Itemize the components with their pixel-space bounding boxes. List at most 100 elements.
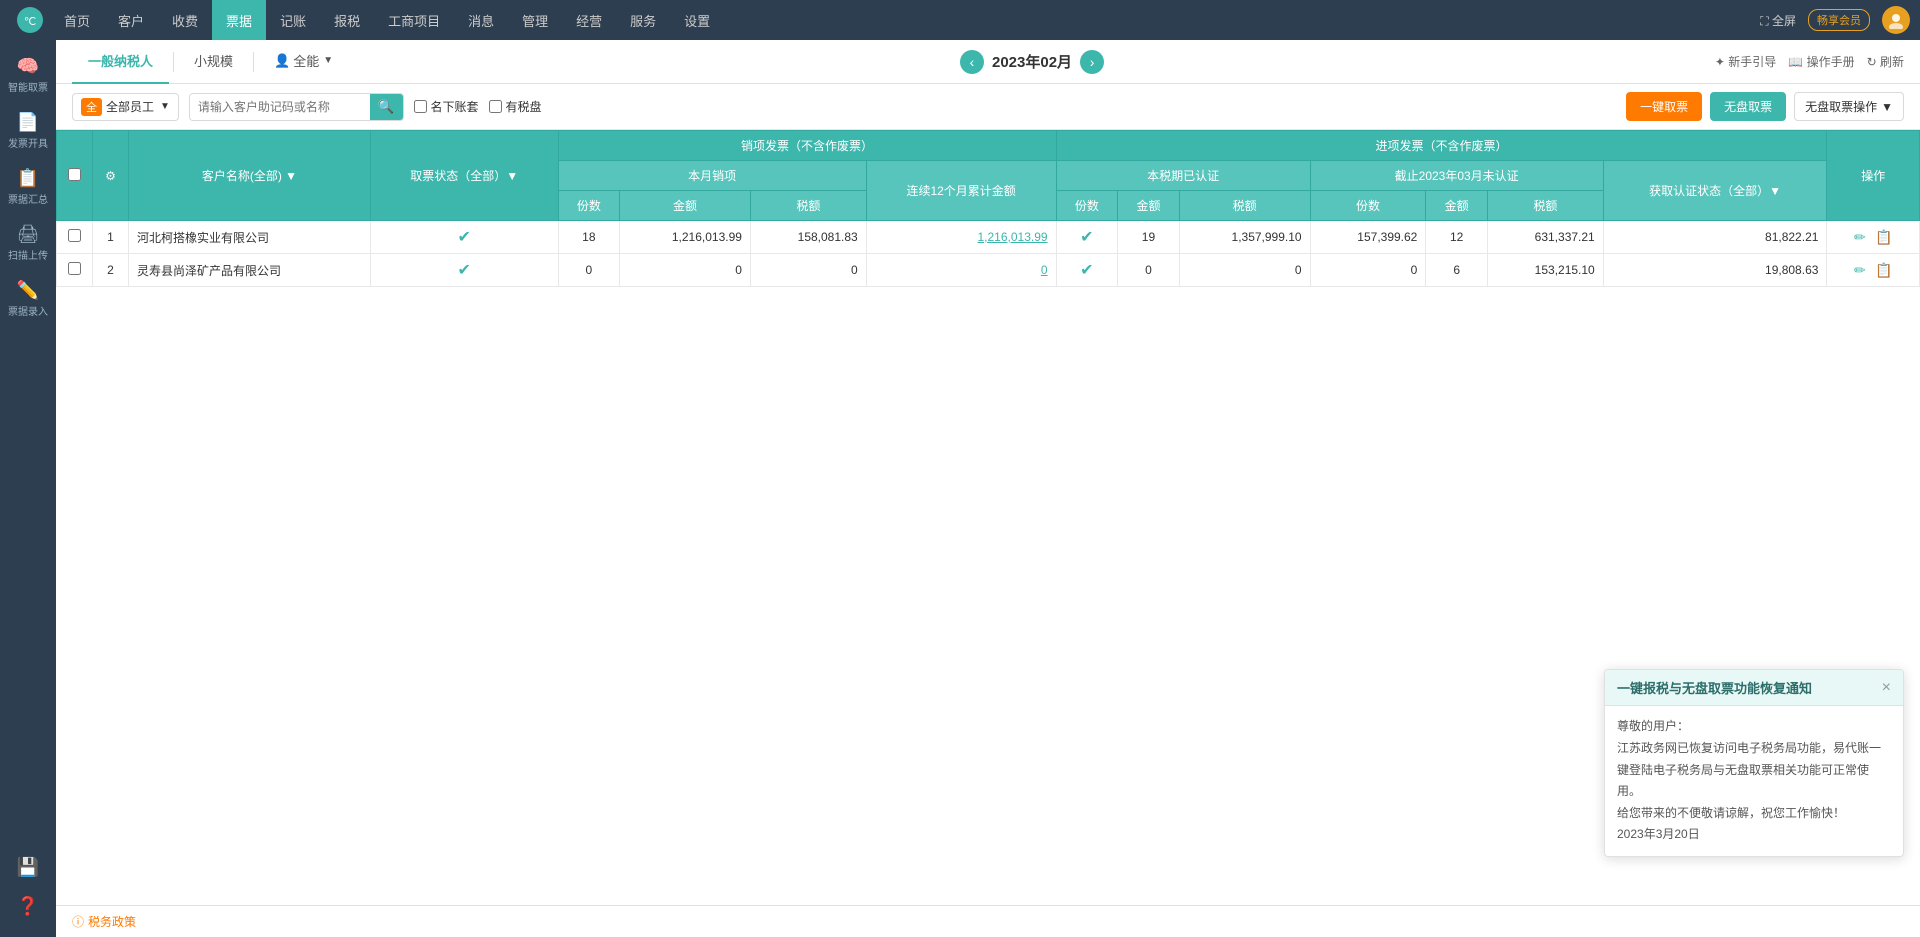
edit-icon-0[interactable]: ✏ <box>1851 229 1869 245</box>
th-purchase-amount: 金额 <box>1118 191 1180 221</box>
filter-bar-right: 一键取票 无盘取票 无盘取票操作 ▼ <box>1626 92 1904 121</box>
th-fetch-status: 取票状态（全部）▼ <box>370 131 558 221</box>
manual-link[interactable]: 📖 操作手册 <box>1788 53 1854 70</box>
row-uncert-amount-0: 631,337.21 <box>1487 221 1603 254</box>
nav-item-invoice[interactable]: 票据 <box>212 0 266 40</box>
sidebar-item-issue-invoice[interactable]: 📄发票开具 <box>2 104 54 158</box>
copy-icon-1[interactable]: 📋 <box>1872 262 1895 278</box>
filter-bar: 全 全部员工 ▼ 🔍 名下账套 有税盘 一键取票 无盘取票 无盘取票操作 <box>56 84 1920 130</box>
avatar[interactable] <box>1882 6 1910 34</box>
th-settings: ⚙ <box>93 131 129 221</box>
sub-account-checkbox[interactable] <box>414 100 427 113</box>
sidebar-item-invoice-summary[interactable]: 📋票据汇总 <box>2 160 54 214</box>
th-purchase-count: 份数 <box>1056 191 1118 221</box>
select-all-checkbox[interactable] <box>68 168 81 181</box>
row-checkbox-0[interactable] <box>68 229 81 242</box>
row-purchase-tax-0: 157,399.62 <box>1310 221 1426 254</box>
row-purchase-tax-1: 0 <box>1310 254 1426 287</box>
edit-icon-1[interactable]: ✏ <box>1851 262 1869 278</box>
sidebar-label-invoice-entry: 票据录入 <box>8 303 48 318</box>
sidebar-label-scan-upload: 扫描上传 <box>8 247 48 262</box>
th-customer: 客户名称(全部) ▼ <box>129 131 371 221</box>
table-row: 2 灵寿县尚泽矿产品有限公司 ✔ 0 0 0 0 ✔ 0 0 0 6 153,2… <box>57 254 1920 287</box>
nav-item-business[interactable]: 工商项目 <box>374 0 454 40</box>
sub-account-checkbox-label[interactable]: 名下账套 <box>414 98 479 115</box>
new-guide-link[interactable]: ✦ 新手引导 <box>1715 53 1776 70</box>
row-checkbox-1[interactable] <box>68 262 81 275</box>
sidebar-icon-invoice-summary: 📋 <box>17 168 39 189</box>
nav-item-settings[interactable]: 设置 <box>670 0 724 40</box>
sidebar-item-smart-fetch[interactable]: 🧠智能取票 <box>2 48 54 102</box>
sidebar: 🧠智能取票📄发票开具📋票据汇总🖨扫描上传 ✏️ 票据录入 💾 ❓ <box>0 40 56 937</box>
row-sales-cumulative-1: 0 <box>866 254 1056 287</box>
th-cumulative: 连续12个月累计金额 <box>866 161 1056 221</box>
sidebar-label-smart-fetch: 智能取票 <box>8 79 48 94</box>
table-row: 1 河北柯搭橡实业有限公司 ✔ 18 1,216,013.99 158,081.… <box>57 221 1920 254</box>
has-tax-checkbox-label[interactable]: 有税盘 <box>489 98 542 115</box>
nav-right: ⛶ 全屏 畅享会员 <box>1760 6 1910 34</box>
no-disk-fetch-button[interactable]: 无盘取票 <box>1710 92 1786 121</box>
row-check-1[interactable] <box>57 254 93 287</box>
tab-general[interactable]: 一般纳税人 <box>72 40 169 84</box>
no-disk-ops-button[interactable]: 无盘取票操作 ▼ <box>1794 92 1904 121</box>
tab-divider-2 <box>253 52 254 72</box>
cumulative-link-0[interactable]: 1,216,013.99 <box>977 230 1047 244</box>
tab-all-icon: 👤 <box>274 53 290 69</box>
invoice-table: ⚙ 客户名称(全部) ▼ 取票状态（全部）▼ 销项发票（不含作废票） 进项发票（… <box>56 130 1920 287</box>
tab-small-label: 小规模 <box>194 51 233 70</box>
row-sales-amount-0: 1,216,013.99 <box>620 221 751 254</box>
row-sales-amount-1: 0 <box>620 254 751 287</box>
row-sales-cumulative-0: 1,216,013.99 <box>866 221 1056 254</box>
th-unconfirmed-purchase: 截止2023年03月未认证 <box>1310 161 1603 191</box>
row-actions-0: ✏ 📋 <box>1827 221 1920 254</box>
dropdown-icon: ▼ <box>1881 100 1893 114</box>
prev-month-button[interactable]: ‹ <box>960 50 984 74</box>
one-click-fetch-button[interactable]: 一键取票 <box>1626 92 1702 121</box>
nav-item-operation[interactable]: 经营 <box>562 0 616 40</box>
tab-general-label: 一般纳税人 <box>88 51 153 70</box>
nav-item-accounting[interactable]: 记账 <box>266 0 320 40</box>
row-actions-1: ✏ 📋 <box>1827 254 1920 287</box>
top-nav: ℃ 首页客户收费票据记账报税工商项目消息管理经营服务设置 ⛶ 全屏 畅享会员 <box>0 0 1920 40</box>
nav-item-customer[interactable]: 客户 <box>104 0 158 40</box>
th-purchase-tax: 税额 <box>1179 191 1310 221</box>
sidebar-icon-settings-bottom: 💾 <box>17 857 39 878</box>
nav-item-home[interactable]: 首页 <box>50 0 104 40</box>
row-check-0[interactable] <box>57 221 93 254</box>
th-sales-count: 份数 <box>558 191 620 221</box>
sidebar-item-settings-bottom[interactable]: 💾 <box>2 849 54 888</box>
sidebar-item-invoice-entry[interactable]: ✏️ 票据录入 <box>2 272 54 326</box>
th-uncert-count: 份数 <box>1310 191 1426 221</box>
tab-small[interactable]: 小规模 <box>178 40 249 84</box>
nav-item-tax[interactable]: 报税 <box>320 0 374 40</box>
employee-dropdown-icon: ▼ <box>160 101 170 112</box>
tax-policy-icon: ⓘ <box>72 913 84 930</box>
fullscreen-button[interactable]: ⛶ 全屏 <box>1760 12 1796 29</box>
search-button[interactable]: 🔍 <box>370 94 403 120</box>
nav-item-manage[interactable]: 管理 <box>508 0 562 40</box>
row-customer-0: 河北柯搭橡实业有限公司 <box>129 221 371 254</box>
tab-all[interactable]: 👤 全能 ▼ <box>258 40 349 84</box>
tax-policy-link[interactable]: ⓘ 税务政策 <box>72 913 136 930</box>
cert-status-icon-0: ✔ <box>1080 229 1093 246</box>
app-logo: ℃ <box>10 6 50 34</box>
refresh-link[interactable]: ↻ 刷新 <box>1867 53 1904 70</box>
sidebar-item-scan-upload[interactable]: 🖨扫描上传 <box>2 216 54 270</box>
nav-item-billing[interactable]: 收费 <box>158 0 212 40</box>
employee-select[interactable]: 全 全部员工 ▼ <box>72 93 179 121</box>
has-tax-checkbox[interactable] <box>489 100 502 113</box>
next-month-button[interactable]: › <box>1080 50 1104 74</box>
copy-icon-0[interactable]: 📋 <box>1872 229 1895 245</box>
search-input[interactable] <box>190 94 370 120</box>
employee-label: 全部员工 <box>106 98 154 115</box>
sidebar-item-help[interactable]: ❓ <box>2 888 54 927</box>
vip-button[interactable]: 畅享会员 <box>1808 9 1870 31</box>
nav-item-message[interactable]: 消息 <box>454 0 508 40</box>
cumulative-link-1[interactable]: 0 <box>1041 263 1048 277</box>
bottom-bar: ⓘ 税务政策 <box>56 905 1920 937</box>
nav-item-service[interactable]: 服务 <box>616 0 670 40</box>
fetch-status-icon-0: ✔ <box>458 229 471 246</box>
sidebar-icon-invoice-entry: ✏️ <box>17 280 39 301</box>
row-customer-1: 灵寿县尚泽矿产品有限公司 <box>129 254 371 287</box>
notification-close-button[interactable]: × <box>1882 679 1891 697</box>
